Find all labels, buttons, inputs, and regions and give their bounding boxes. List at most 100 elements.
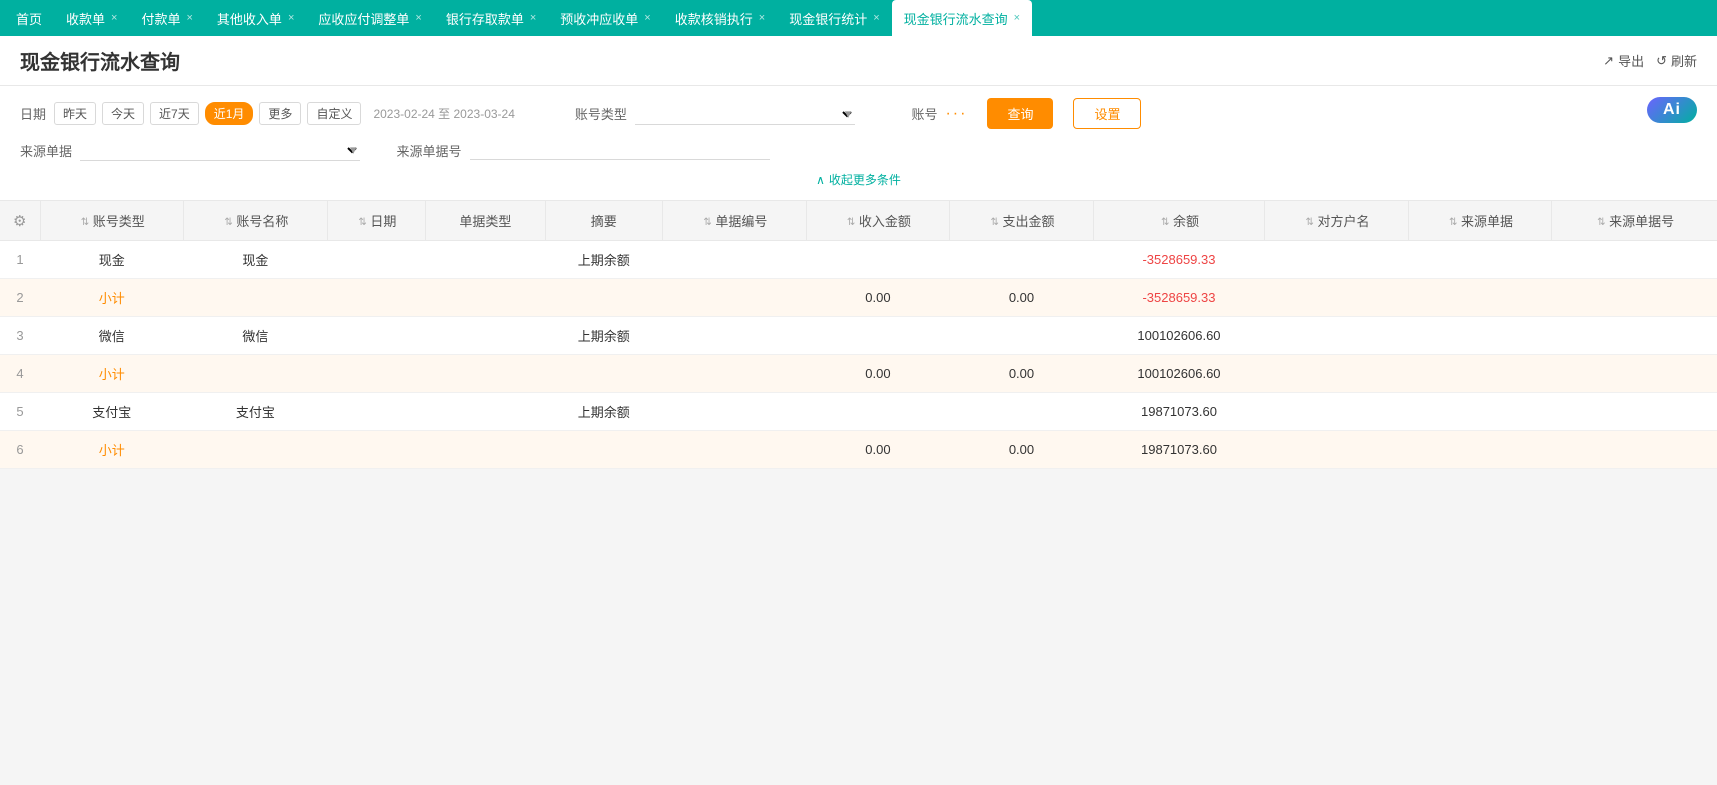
doc-no-cell: [663, 317, 807, 355]
close-icon[interactable]: ×: [530, 12, 536, 24]
account-name-cell: [184, 431, 328, 469]
nav-tab-collection[interactable]: 收款核销执行 ×: [663, 0, 777, 36]
settings-button[interactable]: 设置: [1073, 98, 1141, 129]
account-name-cell: 现金: [184, 241, 328, 279]
nav-tab-home[interactable]: 首页: [4, 0, 54, 36]
date-cell: [327, 241, 426, 279]
expense-cell: [950, 393, 1094, 431]
close-icon[interactable]: ×: [644, 12, 650, 24]
source-doc-no-cell: [1552, 393, 1717, 431]
row-number: 5: [0, 393, 40, 431]
date-btn-7days[interactable]: 近7天: [150, 102, 199, 125]
data-table: ⚙ ⇅ 账号类型 ⇅ 账号名称 ⇅ 日期 单据类型 摘要 ⇅ 单: [0, 201, 1717, 469]
date-btn-more[interactable]: 更多: [259, 102, 301, 125]
date-btn-yesterday[interactable]: 昨天: [54, 102, 96, 125]
source-doc-no-input[interactable]: [470, 140, 770, 160]
counterpart-cell: [1265, 355, 1409, 393]
collapse-bar[interactable]: ∧ 收起更多条件: [20, 167, 1697, 188]
top-navigation: 首页 收款单 × 付款单 × 其他收入单 × 应收应付调整单 × 银行存取款单 …: [0, 0, 1717, 36]
source-doc-select[interactable]: [80, 139, 360, 161]
account-name-cell: [184, 355, 328, 393]
account-ellipsis-button[interactable]: ···: [945, 105, 967, 123]
nav-tab-cashflow[interactable]: 现金银行流水查询 ×: [892, 0, 1032, 36]
account-type-label: 账号类型: [575, 104, 627, 123]
expense-cell: 0.00: [950, 279, 1094, 317]
income-cell: 0.00: [806, 431, 950, 469]
page-title: 现金银行流水查询: [20, 46, 180, 75]
date-btn-today[interactable]: 今天: [102, 102, 144, 125]
summary-cell: 上期余额: [545, 393, 663, 431]
close-icon[interactable]: ×: [415, 12, 421, 24]
nav-tab-prepay[interactable]: 预收冲应收单 ×: [548, 0, 662, 36]
account-type-cell: 小计: [40, 431, 184, 469]
income-cell: [806, 317, 950, 355]
nav-tab-payment[interactable]: 付款单 ×: [129, 0, 204, 36]
date-btn-1month[interactable]: 近1月: [205, 102, 254, 125]
ai-badge[interactable]: Ai: [1647, 97, 1697, 123]
source-doc-no-cell: [1552, 279, 1717, 317]
close-icon[interactable]: ×: [1014, 12, 1020, 24]
nav-tab-adjustment[interactable]: 应收应付调整单 ×: [306, 0, 433, 36]
col-settings[interactable]: ⚙: [0, 201, 40, 241]
account-name-cell: [184, 279, 328, 317]
source-doc-cell: [1408, 317, 1552, 355]
filter-row-source: 来源单据 ▾ 来源单据号: [20, 139, 1697, 161]
summary-cell: 上期余额: [545, 241, 663, 279]
query-button[interactable]: 查询: [987, 98, 1053, 129]
account-type-cell: 小计: [40, 279, 184, 317]
sort-icon[interactable]: ⇅: [703, 217, 711, 228]
balance-cell: 100102606.60: [1093, 317, 1264, 355]
sort-icon[interactable]: ⇅: [1305, 217, 1313, 228]
source-doc-label: 来源单据: [20, 141, 72, 160]
account-type-cell: 小计: [40, 355, 184, 393]
balance-cell: -3528659.33: [1093, 241, 1264, 279]
table-row: 1现金现金上期余额-3528659.33: [0, 241, 1717, 279]
nav-tab-bank-deposit[interactable]: 银行存取款单 ×: [434, 0, 548, 36]
counterpart-cell: [1265, 393, 1409, 431]
sort-icon[interactable]: ⇅: [1449, 217, 1457, 228]
page-header: 现金银行流水查询 ↗ 导出 ↺ 刷新: [0, 36, 1717, 86]
account-name-cell: 微信: [184, 317, 328, 355]
date-btn-custom[interactable]: 自定义: [307, 102, 361, 125]
sort-icon[interactable]: ⇅: [847, 217, 855, 228]
source-doc-no-cell: [1552, 241, 1717, 279]
source-doc-no-cell: [1552, 355, 1717, 393]
close-icon[interactable]: ×: [873, 12, 879, 24]
close-icon[interactable]: ×: [111, 12, 117, 24]
income-cell: 0.00: [806, 355, 950, 393]
doc-type-cell: [426, 279, 545, 317]
table-row: 3微信微信上期余额100102606.60: [0, 317, 1717, 355]
nav-tab-stats[interactable]: 现金银行统计 ×: [777, 0, 891, 36]
sort-icon[interactable]: ⇅: [358, 217, 366, 228]
gear-icon[interactable]: ⚙: [13, 212, 26, 230]
nav-tab-other-income[interactable]: 其他收入单 ×: [205, 0, 306, 36]
sort-icon[interactable]: ⇅: [990, 217, 998, 228]
col-account-type: ⇅ 账号类型: [40, 201, 184, 241]
export-button[interactable]: ↗ 导出: [1603, 51, 1644, 70]
sort-icon[interactable]: ⇅: [224, 217, 232, 228]
close-icon[interactable]: ×: [288, 12, 294, 24]
expense-cell: [950, 317, 1094, 355]
source-doc-filter: 来源单据 ▾: [20, 139, 357, 161]
refresh-button[interactable]: ↺ 刷新: [1656, 51, 1697, 70]
date-cell: [327, 279, 426, 317]
balance-cell: 19871073.60: [1093, 393, 1264, 431]
sort-icon[interactable]: ⇅: [1597, 217, 1605, 228]
close-icon[interactable]: ×: [186, 12, 192, 24]
counterpart-cell: [1265, 431, 1409, 469]
doc-type-cell: [426, 317, 545, 355]
row-number: 1: [0, 241, 40, 279]
source-doc-no-cell: [1552, 317, 1717, 355]
close-icon[interactable]: ×: [759, 12, 765, 24]
doc-type-cell: [426, 241, 545, 279]
account-type-select[interactable]: [635, 103, 855, 125]
col-date: ⇅ 日期: [327, 201, 426, 241]
sort-icon[interactable]: ⇅: [1161, 217, 1169, 228]
source-doc-no-label: 来源单据号: [397, 141, 462, 160]
balance-cell: 19871073.60: [1093, 431, 1264, 469]
nav-tab-receipt[interactable]: 收款单 ×: [54, 0, 129, 36]
sort-icon[interactable]: ⇅: [81, 217, 89, 228]
date-cell: [327, 317, 426, 355]
expense-cell: [950, 241, 1094, 279]
col-source-doc: ⇅ 来源单据: [1408, 201, 1552, 241]
